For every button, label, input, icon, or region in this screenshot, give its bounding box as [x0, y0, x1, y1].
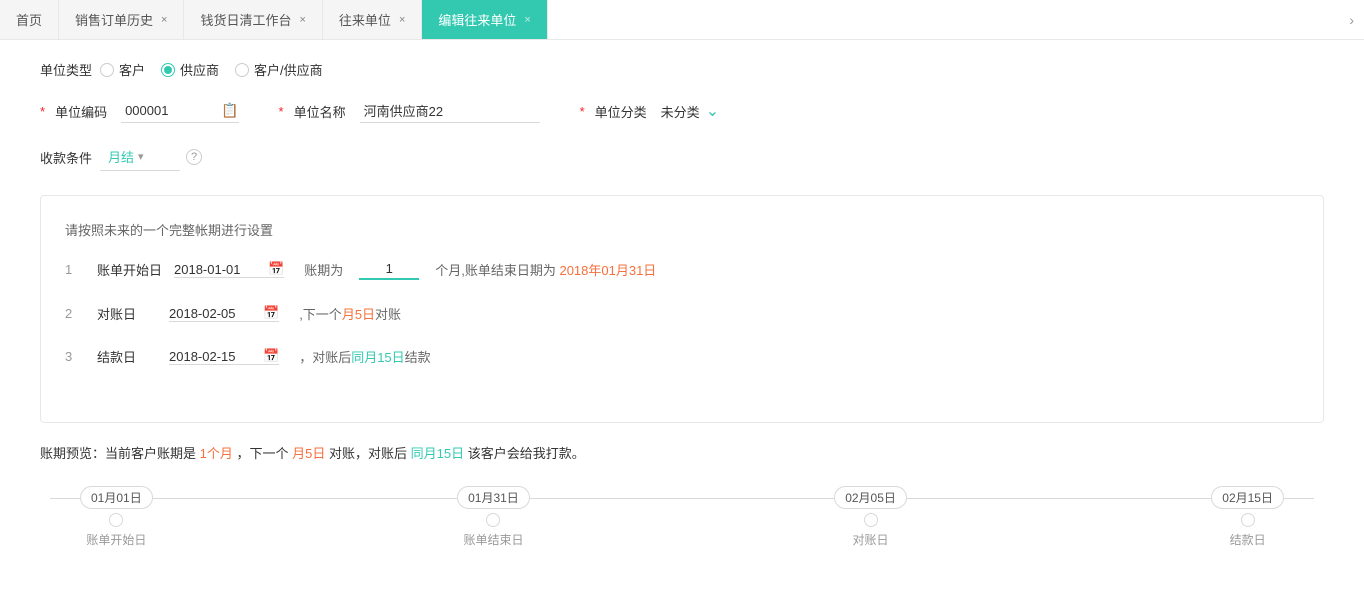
classify-select[interactable]: 未分类 ⌄: [661, 101, 719, 121]
unit-code-label: 单位编码: [55, 102, 107, 121]
timeline-node-2: 01月31日 账单结束日: [457, 486, 530, 548]
node-dot-3: [864, 513, 878, 527]
node-date-1: 01月01日: [80, 486, 153, 509]
row-num-3: 3: [65, 349, 85, 364]
node-label-2: 账单结束日: [463, 531, 523, 548]
name-required-star: *: [279, 104, 284, 119]
date-input-2[interactable]: [169, 306, 259, 321]
unit-type-radio-group: 客户 供应商 客户/供应商: [100, 60, 323, 79]
timeline-wrap: 01月01日 账单开始日 01月31日 账单结束日 02月05日 对账日 02月…: [70, 486, 1294, 548]
timeline-section: 01月01日 账单开始日 01月31日 账单结束日 02月05日 对账日 02月…: [40, 486, 1324, 588]
radio-circle-customer: [100, 63, 114, 77]
close-tab-partner[interactable]: ×: [399, 14, 405, 26]
preview-part1: 1个月: [200, 446, 233, 461]
period-unit: 个月,账单结束日期为 2018年01月31日: [435, 260, 656, 279]
classify-required-star: *: [580, 104, 585, 119]
classify-label: 单位分类: [595, 102, 647, 121]
setting-row-1: 1 账单开始日 📅 账期为 个月,账单结束日期为 2018年01月31日: [65, 259, 1299, 280]
period-label: 账期为: [304, 260, 343, 279]
node-date-2: 01月31日: [457, 486, 530, 509]
payment-value: 月结: [108, 147, 134, 166]
close-tab-sales-history[interactable]: ×: [161, 14, 167, 26]
copy-icon[interactable]: 📋: [221, 102, 238, 119]
node-date-4: 02月15日: [1211, 486, 1284, 509]
main-content: 单位类型 客户 供应商 客户/供应商 * 单位编码 📋: [0, 40, 1364, 608]
radio-supplier[interactable]: 供应商: [161, 60, 219, 79]
tab-scroll-right[interactable]: ›: [1339, 12, 1364, 28]
unit-name-label: 单位名称: [294, 102, 346, 121]
tab-partner[interactable]: 往来单位 ×: [323, 0, 422, 39]
unit-info-row: * 单位编码 📋 * 单位名称 * 单位分类 未分类 ⌄: [40, 99, 1324, 123]
code-required-star: *: [40, 104, 45, 119]
row-desc-2: ,下一个月5日对账: [299, 304, 401, 323]
classify-value: 未分类: [661, 102, 700, 121]
tab-home[interactable]: 首页: [0, 0, 59, 39]
unit-code-field-wrap: 📋: [121, 99, 238, 123]
row-highlight-3: 同月15日: [351, 350, 404, 365]
row-type-2: 对账日: [97, 304, 157, 323]
unit-type-row: 单位类型 客户 供应商 客户/供应商: [40, 60, 1324, 79]
calendar-icon-1[interactable]: 📅: [268, 261, 284, 277]
classify-dropdown-icon: ⌄: [706, 101, 719, 121]
preview-text: 账期预览：当前客户账期是 1个月 ，下一个 月5日 对账，对账后 同月15日 该…: [40, 443, 1324, 462]
period-input[interactable]: [359, 259, 419, 280]
row-type-1: 账单开始日: [97, 260, 162, 279]
unit-code-input[interactable]: [121, 99, 221, 122]
date-input-1[interactable]: [174, 262, 264, 277]
date-input-3[interactable]: [169, 349, 259, 364]
calendar-icon-2[interactable]: 📅: [263, 305, 279, 321]
row-num-1: 1: [65, 262, 85, 277]
date-wrap-2: 📅: [169, 305, 279, 322]
node-dot-2: [486, 513, 500, 527]
unit-type-label: 单位类型: [40, 60, 92, 79]
row-desc-3: ，对账后同月15日结款: [299, 347, 431, 366]
timeline-node-4: 02月15日 结款日: [1211, 486, 1284, 548]
row-type-3: 结款日: [97, 347, 157, 366]
radio-circle-both: [235, 63, 249, 77]
date-wrap-1: 📅: [174, 261, 284, 278]
tab-edit-partner[interactable]: 编辑往来单位 ×: [422, 0, 547, 39]
payment-label: 收款条件: [40, 148, 92, 167]
node-label-1: 账单开始日: [86, 531, 146, 548]
preview-part3-highlight: 同月15日: [411, 446, 464, 461]
node-dot-1: [109, 513, 123, 527]
payment-select[interactable]: 月结 ▾: [100, 143, 180, 171]
timeline-node-1: 01月01日 账单开始日: [80, 486, 153, 548]
close-tab-cash-work[interactable]: ×: [299, 14, 305, 26]
calendar-icon-3[interactable]: 📅: [263, 348, 279, 364]
date-wrap-3: 📅: [169, 348, 279, 365]
row-num-2: 2: [65, 306, 85, 321]
close-tab-edit-partner[interactable]: ×: [524, 14, 530, 26]
unit-name-input[interactable]: [360, 99, 540, 123]
section-desc: 请按照未来的一个完整帐期进行设置: [65, 220, 1299, 239]
node-label-4: 结款日: [1230, 531, 1266, 548]
period-end-date: 2018年01月31日: [559, 263, 656, 278]
payment-dropdown-icon: ▾: [138, 150, 144, 163]
timeline-node-3: 02月05日 对账日: [834, 486, 907, 548]
radio-customer[interactable]: 客户: [100, 60, 145, 79]
tab-sales-history[interactable]: 销售订单历史 ×: [59, 0, 184, 39]
settings-section: 请按照未来的一个完整帐期进行设置 1 账单开始日 📅 账期为 个月,账单结束日期…: [40, 195, 1324, 423]
node-dot-4: [1241, 513, 1255, 527]
tab-cash-work[interactable]: 钱货日清工作台 ×: [184, 0, 322, 39]
setting-row-2: 2 对账日 📅 ,下一个月5日对账: [65, 304, 1299, 323]
help-icon[interactable]: ?: [186, 149, 202, 165]
node-label-3: 对账日: [853, 531, 889, 548]
radio-circle-supplier: [161, 63, 175, 77]
node-date-3: 02月05日: [834, 486, 907, 509]
tabs-bar: 首页 销售订单历史 × 钱货日清工作台 × 往来单位 × 编辑往来单位 × ›: [0, 0, 1364, 40]
payment-row: 收款条件 月结 ▾ ?: [40, 143, 1324, 171]
preview-part2-highlight: 月5日: [292, 446, 325, 461]
radio-both[interactable]: 客户/供应商: [235, 60, 323, 79]
row-highlight-2: 月5日: [342, 307, 375, 322]
setting-row-3: 3 结款日 📅 ，对账后同月15日结款: [65, 347, 1299, 366]
